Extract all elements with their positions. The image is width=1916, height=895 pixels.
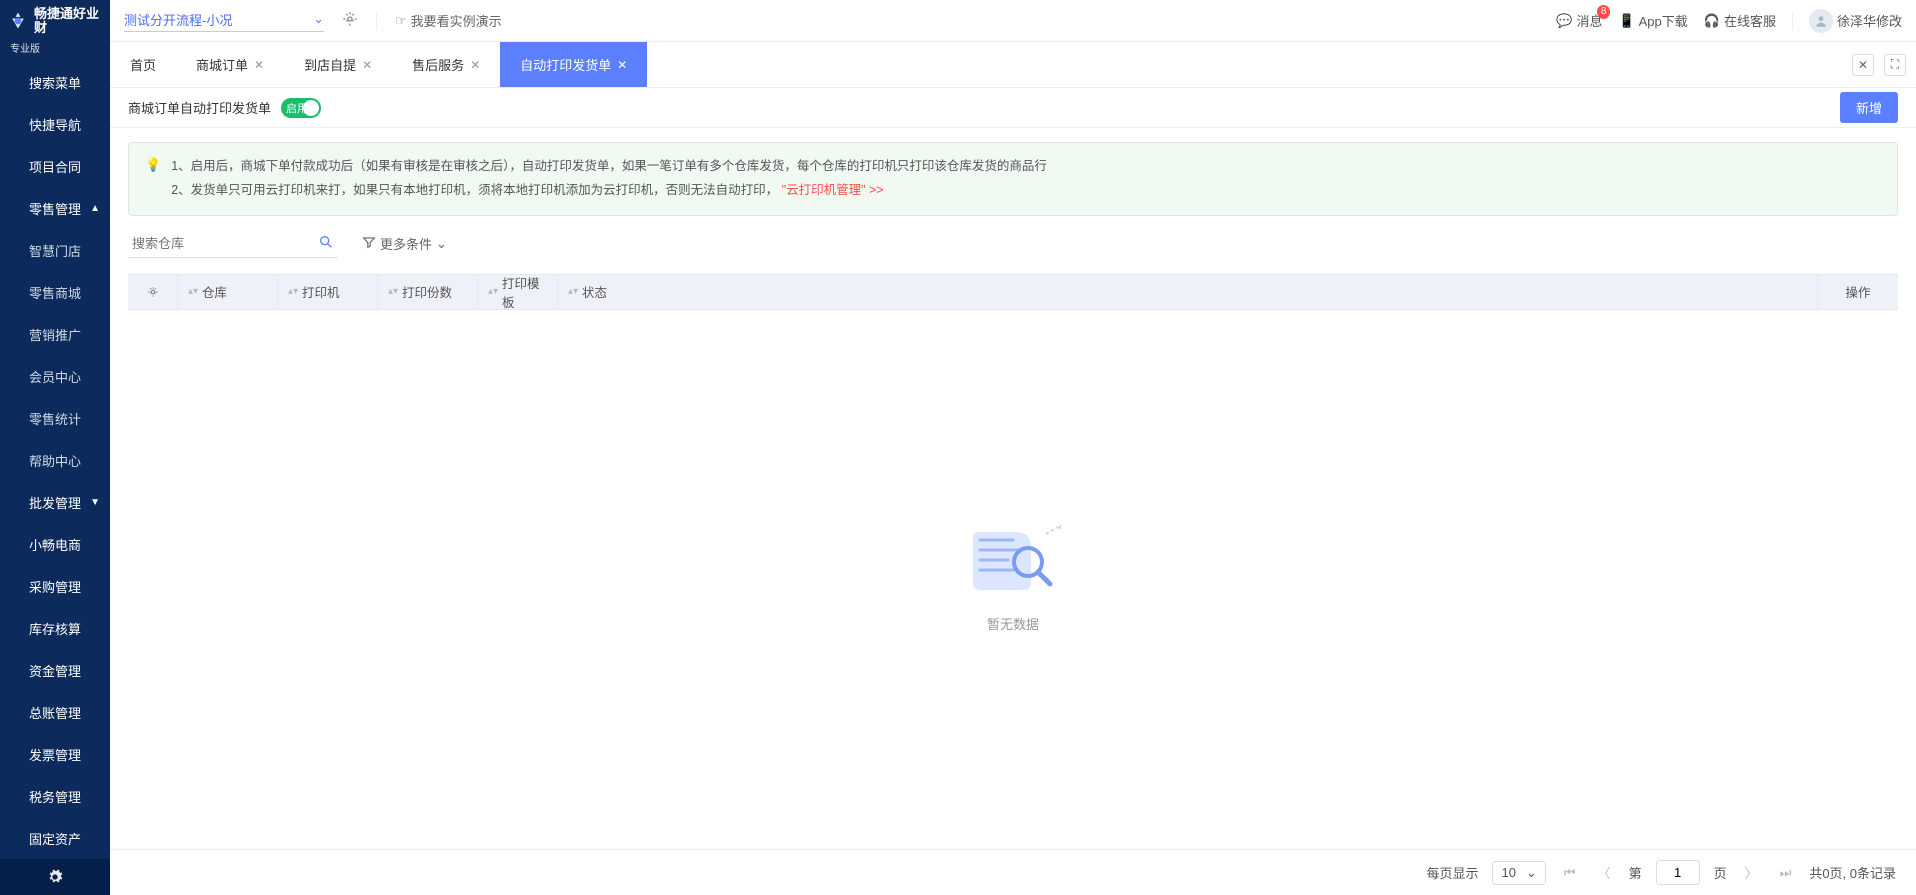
col-status[interactable]: ▴▾状态 — [558, 275, 1818, 309]
close-icon[interactable]: ✕ — [617, 58, 627, 72]
sidebar-item-18[interactable]: 固定资产 — [0, 817, 110, 859]
info-line-2: 2、发货单只可用云打印机来打，如果只有本地打印机，须将本地打印机添加为云打印机，… — [171, 183, 778, 197]
tab-0[interactable]: 首页 — [110, 42, 176, 87]
hand-icon: ☞ — [395, 13, 407, 29]
sidebar-item-2[interactable]: 项目合同 — [0, 145, 110, 187]
search-input[interactable] — [128, 230, 338, 258]
demo-link[interactable]: ☞ 我要看实例演示 — [395, 11, 502, 30]
col-op: 操作 — [1818, 275, 1898, 309]
empty-text: 暂无数据 — [987, 614, 1039, 633]
chevron-down-icon: ⌄ — [436, 236, 447, 252]
close-icon[interactable]: ✕ — [362, 58, 372, 72]
sidebar-item-4[interactable]: 智慧门店 — [0, 229, 110, 271]
info-line-1: 1、启用后，商城下单付款成功后（如果有审核是在审核之后），自动打印发货单，如果一… — [171, 155, 1047, 179]
sidebar-item-7[interactable]: 会员中心 — [0, 355, 110, 397]
expand-arrow-icon: ▲ — [90, 203, 100, 214]
message-icon: 💬 — [1556, 13, 1572, 29]
tab-3[interactable]: 售后服务✕ — [392, 42, 500, 87]
tab-2[interactable]: 到店自提✕ — [284, 42, 392, 87]
sidebar-item-13[interactable]: 库存核算 — [0, 607, 110, 649]
next-page-button[interactable]: 〉 — [1741, 863, 1762, 882]
expand-arrow-icon: ▼ — [90, 497, 100, 508]
close-icon[interactable]: ✕ — [470, 58, 480, 72]
fullscreen-button[interactable]: ⛶ — [1884, 54, 1906, 76]
chevron-down-icon: ⌄ — [313, 11, 324, 27]
info-banner: 💡 1、启用后，商城下单付款成功后（如果有审核是在审核之后），自动打印发货单，如… — [128, 142, 1898, 216]
app-download-button[interactable]: 📱 App下载 — [1618, 11, 1687, 30]
column-settings-button[interactable] — [128, 275, 178, 309]
sidebar-item-14[interactable]: 资金管理 — [0, 649, 110, 691]
close-icon[interactable]: ✕ — [254, 58, 264, 72]
cloud-printer-link[interactable]: "云打印机管理" >> — [782, 183, 884, 197]
sidebar-item-11[interactable]: 小畅电商 — [0, 523, 110, 565]
user-menu[interactable]: 徐泽华修改 — [1809, 9, 1902, 33]
sidebar-item-9[interactable]: 帮助中心 — [0, 439, 110, 481]
sidebar-item-17[interactable]: 税务管理 — [0, 775, 110, 817]
enable-toggle[interactable]: 启用 — [281, 98, 321, 118]
sidebar-item-16[interactable]: 发票管理 — [0, 733, 110, 775]
gear-icon — [342, 11, 358, 27]
org-selector[interactable]: 测试分开流程-小况 ⌄ — [124, 10, 324, 32]
page-subtitle: 商城订单自动打印发货单 — [128, 98, 271, 117]
lightbulb-icon: 💡 — [145, 157, 161, 203]
warehouse-search[interactable] — [128, 230, 338, 258]
sidebar-item-1[interactable]: 快捷导航 — [0, 103, 110, 145]
sidebar-item-10[interactable]: 批发管理▼ — [0, 481, 110, 523]
settings-bottom-button[interactable] — [0, 859, 110, 895]
filter-icon — [362, 235, 376, 252]
headset-icon: 🎧 — [1704, 13, 1720, 29]
messages-button[interactable]: 💬 消息 8 — [1556, 11, 1602, 30]
sidebar-item-6[interactable]: 营销推广 — [0, 313, 110, 355]
col-copies[interactable]: ▴▾打印份数 — [378, 275, 478, 309]
sidebar-item-5[interactable]: 零售商城 — [0, 271, 110, 313]
user-icon — [1814, 14, 1828, 28]
gear-icon — [47, 869, 63, 885]
avatar — [1809, 9, 1833, 33]
brand-edition: 专业版 — [0, 40, 110, 55]
prev-page-button[interactable]: 〈 — [1594, 863, 1615, 882]
logo-icon — [8, 10, 28, 32]
page-input[interactable] — [1656, 860, 1700, 885]
col-template[interactable]: ▴▾打印模板 — [478, 275, 558, 309]
phone-icon: 📱 — [1618, 13, 1634, 29]
empty-illustration — [958, 512, 1068, 602]
col-printer[interactable]: ▴▾打印机 — [278, 275, 378, 309]
first-page-button[interactable]: ⏮ — [1560, 865, 1580, 881]
org-settings-button[interactable] — [342, 11, 358, 30]
last-page-button[interactable]: ⏭ — [1776, 865, 1796, 881]
org-name: 测试分开流程-小况 — [124, 10, 232, 29]
col-warehouse[interactable]: ▴▾仓库 — [178, 275, 278, 309]
total-records: 共0页, 0条记录 — [1809, 863, 1896, 882]
brand-name: 畅捷通好业财 — [34, 7, 102, 36]
sidebar-item-8[interactable]: 零售统计 — [0, 397, 110, 439]
support-button[interactable]: 🎧 在线客服 — [1704, 11, 1776, 30]
more-filters-button[interactable]: 更多条件 ⌄ — [362, 234, 447, 253]
sidebar-item-3[interactable]: 零售管理▲ — [0, 187, 110, 229]
tab-1[interactable]: 商城订单✕ — [176, 42, 284, 87]
close-all-tabs-button[interactable]: ✕ — [1852, 54, 1874, 76]
new-button[interactable]: 新增 — [1840, 92, 1898, 123]
search-icon[interactable] — [318, 234, 334, 253]
gear-icon — [146, 285, 160, 299]
sidebar-item-15[interactable]: 总账管理 — [0, 691, 110, 733]
table-header: ▴▾仓库 ▴▾打印机 ▴▾打印份数 ▴▾打印模板 ▴▾状态 操作 — [128, 274, 1898, 310]
sidebar-item-0[interactable]: 搜索菜单 — [0, 61, 110, 103]
sidebar-item-12[interactable]: 采购管理 — [0, 565, 110, 607]
brand-logo: 畅捷通好业财 — [0, 0, 110, 42]
tab-4[interactable]: 自动打印发货单✕ — [500, 42, 647, 87]
pagination: 每页显示 10 ⌄ ⏮ 〈 第 页 〉 ⏭ 共0页, 0条记录 — [110, 849, 1916, 895]
message-badge: 8 — [1597, 5, 1611, 19]
chevron-down-icon: ⌄ — [1526, 865, 1537, 881]
page-size-select[interactable]: 10 ⌄ — [1492, 861, 1545, 885]
per-page-label: 每页显示 — [1426, 863, 1478, 882]
